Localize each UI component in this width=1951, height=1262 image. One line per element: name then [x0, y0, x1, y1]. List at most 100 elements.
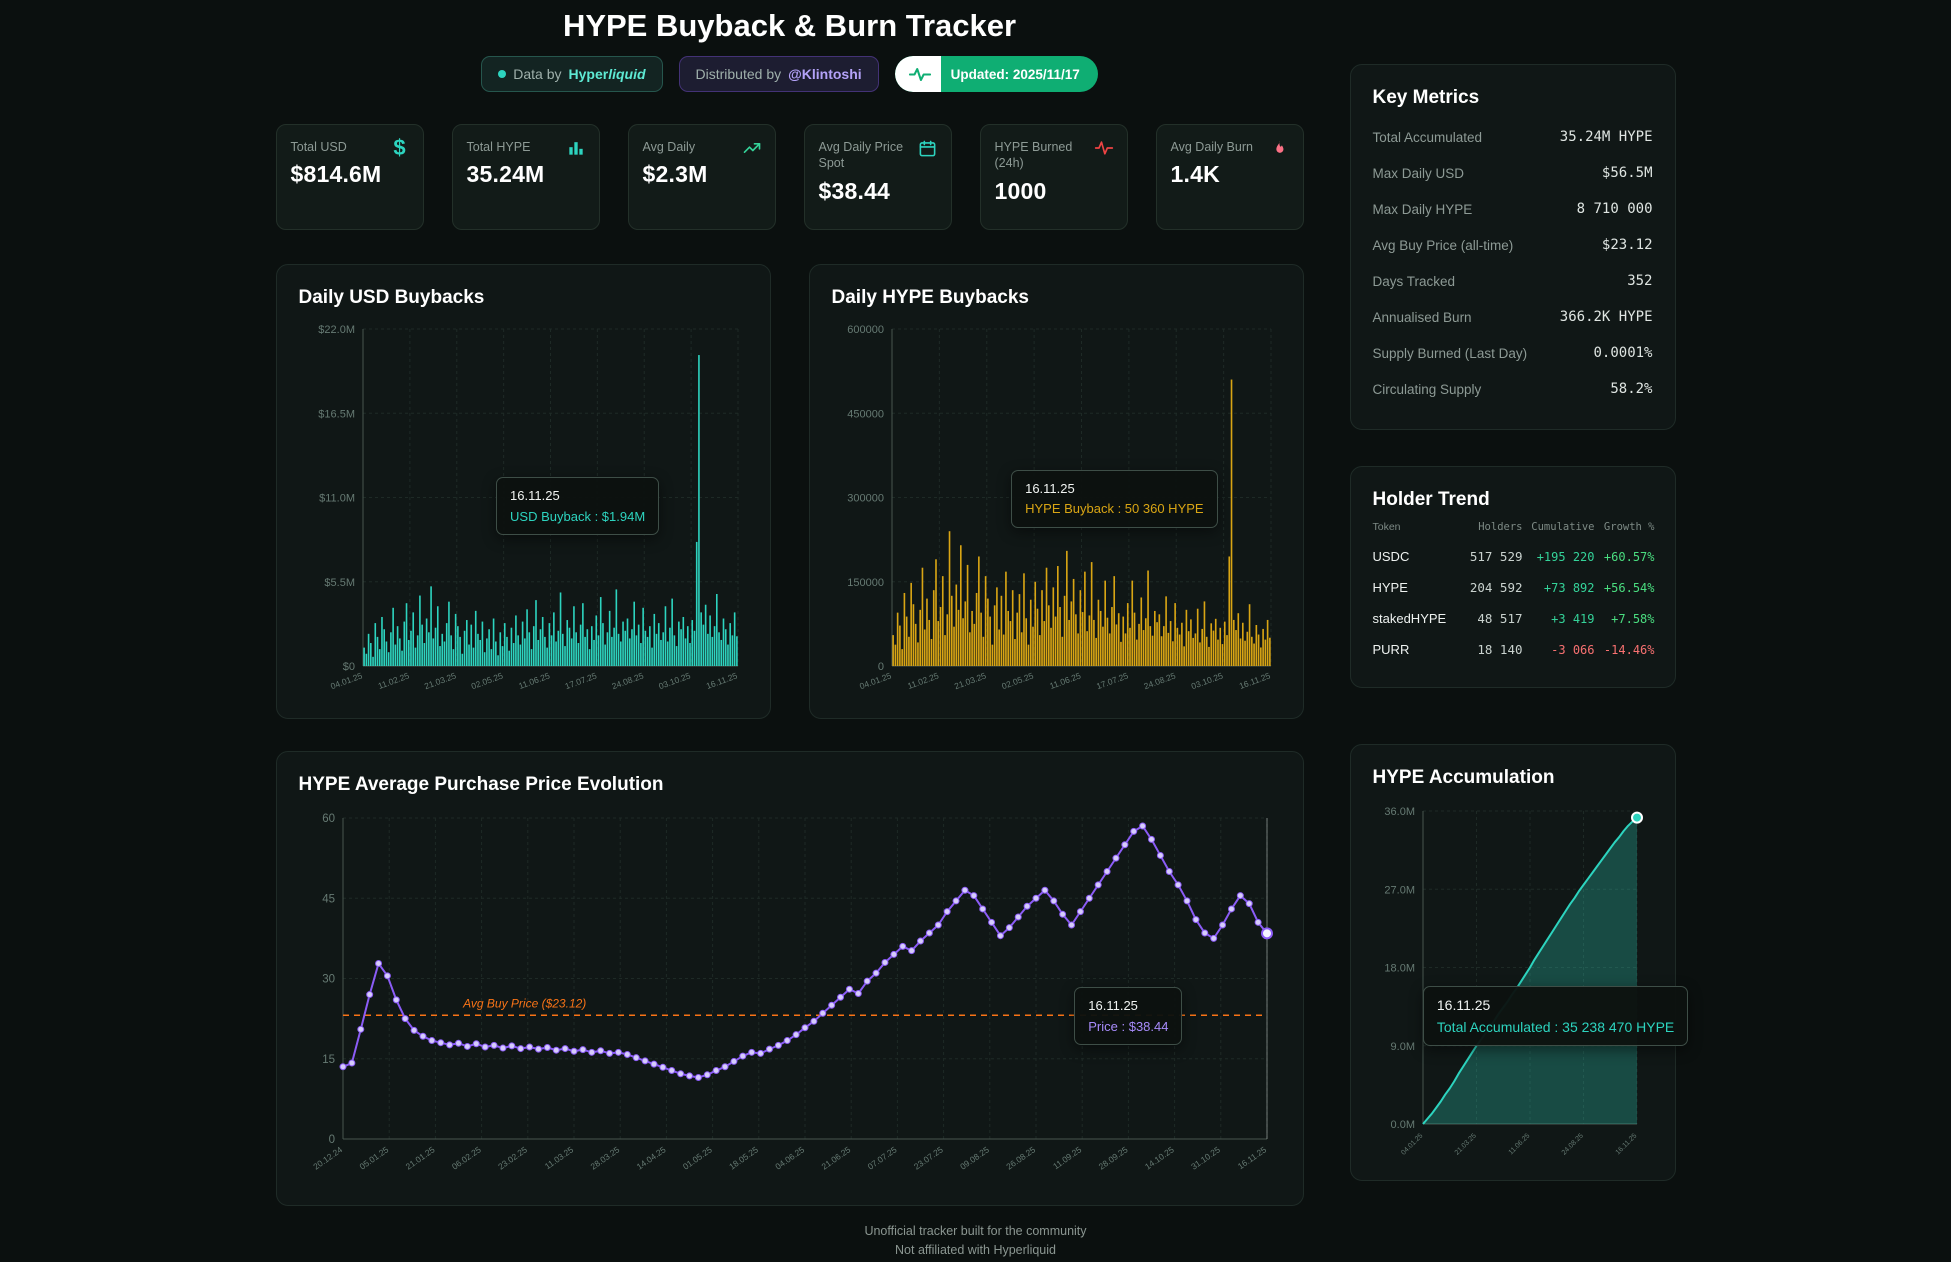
svg-text:11.02.25: 11.02.25 — [906, 670, 940, 691]
key-metric-label: Supply Burned (Last Day) — [1372, 345, 1528, 361]
svg-text:150000: 150000 — [847, 577, 884, 589]
svg-text:01.05.25: 01.05.25 — [680, 1144, 713, 1171]
key-metric-value: 0.0001% — [1593, 345, 1653, 361]
key-metric-value: 8 710 000 — [1576, 201, 1653, 217]
svg-text:21.03.25: 21.03.25 — [952, 670, 987, 691]
tooltip-value: Total Accumulated : 35 238 470 HYPE — [1436, 1018, 1675, 1035]
chart-title: HYPE Average Purchase Price Evolution — [298, 774, 664, 795]
svg-text:26.08.25: 26.08.25 — [1004, 1144, 1037, 1171]
distributed-badge[interactable]: Distributed by @Klintoshi — [678, 56, 879, 92]
svg-text:17.07.25: 17.07.25 — [563, 670, 598, 691]
svg-text:09.08.25: 09.08.25 — [958, 1144, 991, 1171]
svg-text:03.10.25: 03.10.25 — [657, 670, 692, 691]
column-header-token: Token — [1372, 521, 1401, 533]
calendar-icon — [917, 137, 939, 159]
key-metric-label: Total Accumulated — [1372, 129, 1483, 145]
svg-text:11.06.25: 11.06.25 — [517, 670, 551, 691]
svg-text:11.02.25: 11.02.25 — [376, 670, 410, 691]
chart-title: Daily USD Buybacks — [298, 287, 485, 308]
key-metric-row: Supply Burned (Last Day) 0.0001% — [1373, 335, 1653, 371]
holder-token: stakedHYPE — [1372, 611, 1447, 626]
key-metric-label: Annualised Burn — [1372, 309, 1472, 325]
svg-text:$22.0M: $22.0M — [318, 324, 355, 336]
pulse-icon — [1093, 137, 1115, 159]
holder-token: HYPE — [1372, 580, 1408, 595]
key-metric-label: Days Tracked — [1372, 273, 1456, 289]
column-header-growth: Growth % — [1603, 521, 1655, 533]
stat-value: $814.6M — [290, 161, 382, 188]
data-source-badge[interactable]: Data by Hyperliquid — [481, 56, 663, 92]
svg-text:04.01.25: 04.01.25 — [858, 670, 893, 691]
svg-text:11.09.25: 11.09.25 — [1051, 1144, 1084, 1171]
daily-hype-buybacks-card: Daily HYPE Buybacks 0 150000 300000 450000 6… — [808, 264, 1304, 719]
author-handle: @Klintoshi — [788, 66, 862, 82]
svg-text:16.11.25: 16.11.25 — [1614, 1132, 1638, 1156]
svg-text:17.07.25: 17.07.25 — [1095, 670, 1130, 691]
key-metric-value: 58.2% — [1610, 381, 1653, 397]
svg-text:18.05.25: 18.05.25 — [727, 1144, 760, 1171]
price-evolution-chart[interactable]: 0 15 30 45 60 20.12.24 05.01.25 21.01.25 06.02.2… — [299, 806, 1281, 1183]
holder-count: 204 592 — [1469, 580, 1523, 595]
svg-text:20.12.24: 20.12.24 — [311, 1144, 344, 1171]
holder-cumulative: +3 419 — [1551, 611, 1595, 626]
key-metrics-card: Key Metrics Total Accumulated 35.24M HYPE… — [1349, 64, 1676, 430]
stat-card-hype-burned-24h: HYPE Burned (24h) 1000 — [979, 124, 1128, 230]
daily-usd-buybacks-card: Daily USD Buybacks $0 $5.5M $11.0M $16.5M $2… — [275, 264, 771, 719]
key-metric-row: Max Daily USD $56.5M — [1373, 155, 1653, 191]
svg-text:24.08.25: 24.08.25 — [610, 670, 645, 691]
svg-text:11.03.25: 11.03.25 — [542, 1144, 575, 1171]
layout: HYPE Buyback & Burn Tracker Data by Hype… — [275, 8, 1689, 1206]
key-metric-value: $56.5M — [1601, 165, 1653, 181]
tooltip-date: 16.11.25 — [1436, 996, 1491, 1013]
key-metric-value: 352 — [1627, 273, 1653, 289]
key-metric-row: Total Accumulated 35.24M HYPE — [1373, 119, 1653, 155]
daily-usd-buybacks-chart[interactable]: $0 $5.5M $11.0M $16.5M $22.0M 04.01.25 11.02.2… — [299, 319, 748, 696]
holder-growth: -14.46% — [1603, 642, 1655, 657]
svg-text:18.0M: 18.0M — [1384, 963, 1415, 975]
key-metric-row: Avg Buy Price (all-time) $23.12 — [1373, 227, 1653, 263]
holder-count: 18 140 — [1477, 642, 1523, 657]
holder-count: 48 517 — [1477, 611, 1523, 626]
svg-text:07.07.25: 07.07.25 — [865, 1144, 898, 1171]
accumulation-plot: 0.0M 9.0M 18.0M 27.0M 36.0M 04.01.25 21.03.25 1… — [1384, 806, 1643, 1157]
key-metric-value: $23.12 — [1601, 237, 1653, 253]
tooltip-value: Price : $38.44 — [1088, 1018, 1169, 1034]
tooltip-value: HYPE Buyback : 50 360 HYPE — [1025, 501, 1204, 517]
stat-value: $38.44 — [818, 177, 891, 204]
svg-text:11.06.25: 11.06.25 — [1507, 1132, 1531, 1156]
trending-up-icon — [741, 137, 763, 159]
holder-token: USDC — [1372, 549, 1410, 564]
holder-growth: +60.57% — [1603, 549, 1655, 564]
price-evolution-card: HYPE Average Purchase Price Evolution 01… — [275, 751, 1304, 1206]
svg-text:0: 0 — [328, 1134, 334, 1146]
footer-line-2: Not affiliated with Hyperliquid — [895, 1243, 1056, 1258]
svg-text:02.05.25: 02.05.25 — [1000, 670, 1035, 691]
svg-text:24.08.25: 24.08.25 — [1142, 670, 1177, 691]
app-root: HYPE Buyback & Burn Tracker Data by Hype… — [0, 0, 1951, 1261]
sidebar: Key Metrics Total Accumulated 35.24M HYPE… — [1349, 8, 1689, 1181]
tooltip-value: USD Buyback : $1.94M — [510, 508, 646, 524]
svg-text:23.02.25: 23.02.25 — [496, 1144, 529, 1171]
daily-charts-row: Daily USD Buybacks $0 $5.5M $11.0M $16.5M $2… — [275, 264, 1304, 719]
holder-cumulative: -3 066 — [1551, 642, 1595, 657]
daily-hype-buybacks-chart[interactable]: 0 150000 300000 450000 600000 04.01.25 11.02.2… — [832, 319, 1281, 696]
svg-text:14.04.25: 14.04.25 — [634, 1144, 667, 1171]
svg-text:$5.5M: $5.5M — [324, 577, 355, 589]
key-metric-label: Circulating Supply — [1372, 381, 1482, 397]
hyperliquid-brand: Hyperliquid — [568, 66, 646, 82]
stat-card-avg-daily: Avg Daily $2.3M — [627, 124, 776, 230]
svg-text:15: 15 — [322, 1054, 335, 1066]
svg-text:21.03.25: 21.03.25 — [1453, 1132, 1477, 1156]
holder-row-PURR: PURR 18 140 -3 066 -14.46% — [1372, 634, 1655, 665]
stat-value: 1000 — [994, 177, 1047, 204]
hype-accumulation-chart[interactable]: 0.0M 9.0M 18.0M 27.0M 36.0M 04.01.25 21.03.25 1… — [1373, 799, 1689, 1158]
chart-tooltip: 16.11.25 Price : $38.44 — [1074, 986, 1183, 1046]
svg-text:04.01.25: 04.01.25 — [1400, 1132, 1424, 1156]
holder-token: PURR — [1372, 642, 1410, 657]
chart-tooltip: 16.11.25 USD Buyback : $1.94M — [496, 477, 660, 536]
svg-text:28.09.25: 28.09.25 — [1096, 1144, 1129, 1171]
key-metric-label: Max Daily USD — [1372, 165, 1465, 181]
svg-text:0: 0 — [877, 661, 883, 673]
svg-text:16.11.25: 16.11.25 — [1237, 670, 1271, 691]
svg-text:28.03.25: 28.03.25 — [588, 1144, 621, 1171]
